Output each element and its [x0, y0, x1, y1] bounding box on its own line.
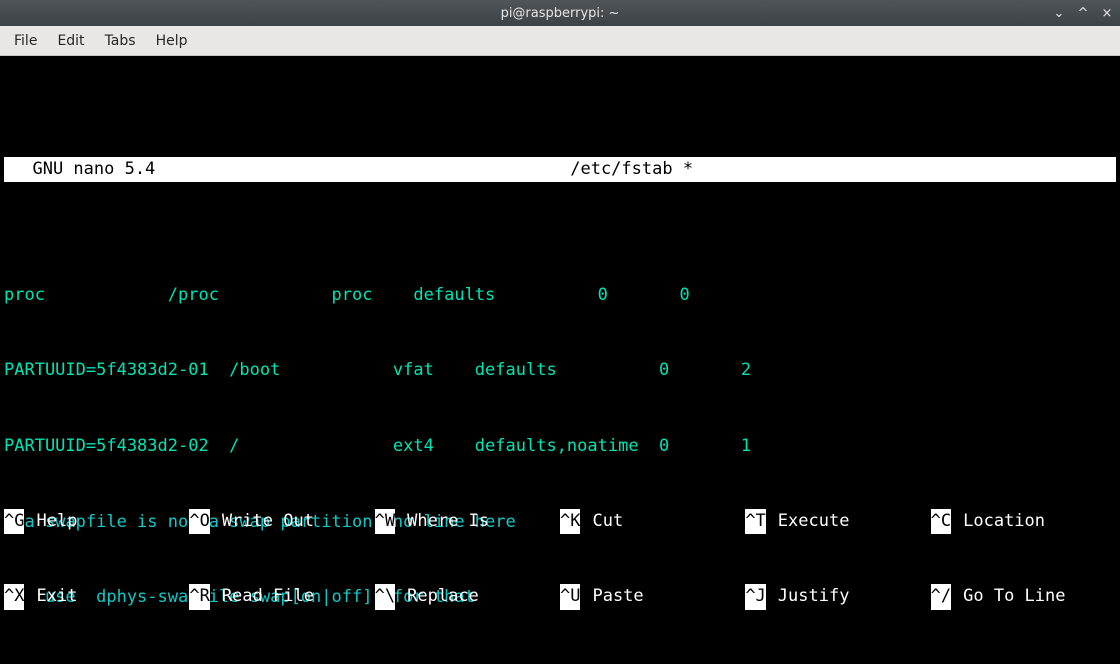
shortcut-help: ^G Help	[4, 509, 189, 534]
maximize-icon[interactable]: ^	[1076, 6, 1090, 21]
shortcut-label: Read File	[222, 584, 314, 609]
fstab-line-1: proc /proc proc defaults 0 0	[0, 283, 1120, 308]
menu-help[interactable]: Help	[148, 29, 196, 53]
nano-file-label: /etc/fstab *	[155, 157, 1108, 182]
shortcut-key: ^O	[189, 509, 209, 534]
shortcut-key: ^T	[745, 509, 765, 534]
shortcut-key: ^C	[931, 509, 951, 534]
shortcut-key: ^U	[560, 584, 580, 609]
shortcut-label: Help	[36, 509, 77, 534]
shortcut-label: Justify	[778, 584, 850, 609]
shortcut-label: Write Out	[222, 509, 314, 534]
shortcut-label: Where Is	[407, 509, 489, 534]
shortcut-paste: ^U Paste	[560, 584, 745, 609]
shortcut-key: ^K	[560, 509, 580, 534]
shortcut-location: ^C Location	[931, 509, 1116, 534]
shortcut-label: Exit	[36, 584, 77, 609]
shortcut-key: ^R	[189, 584, 209, 609]
shortcut-row-1: ^G Help ^O Write Out ^W Where Is ^K Cut ^T Ex…	[4, 509, 1116, 534]
terminal[interactable]: GNU nano 5.4 /etc/fstab * proc /proc pro…	[0, 56, 1120, 664]
menubar: File Edit Tabs Help	[0, 26, 1120, 56]
shortcut-whereis: ^W Where Is	[375, 509, 560, 534]
shortcut-gotoline: ^/ Go To Line	[931, 584, 1116, 609]
shortcut-justify: ^J Justify	[745, 584, 930, 609]
window-title: pi@raspberrypi: ~	[501, 6, 620, 21]
minimize-icon[interactable]: ⌄	[1052, 6, 1066, 21]
shortcut-label: Execute	[778, 509, 850, 534]
shortcut-replace: ^\ Replace	[375, 584, 560, 609]
menu-tabs[interactable]: Tabs	[97, 29, 144, 53]
close-icon[interactable]: ×	[1100, 6, 1114, 21]
fstab-line-3: PARTUUID=5f4383d2-02 / ext4 defaults,noa…	[0, 434, 1120, 459]
window-titlebar: pi@raspberrypi: ~ ⌄ ^ ×	[0, 0, 1120, 26]
shortcut-cut: ^K Cut	[560, 509, 745, 534]
menu-file[interactable]: File	[6, 29, 45, 53]
shortcut-key: ^\	[375, 584, 395, 609]
shortcut-row-2: ^X Exit ^R Read File ^\ Replace ^U Paste ^J J…	[4, 584, 1116, 609]
shortcut-label: Location	[963, 509, 1045, 534]
nano-app-label: GNU nano 5.4	[12, 157, 155, 182]
window-controls: ⌄ ^ ×	[1052, 0, 1114, 26]
shortcut-key: ^G	[4, 509, 24, 534]
shortcut-writeout: ^O Write Out	[189, 509, 374, 534]
shortcut-readfile: ^R Read File	[189, 584, 374, 609]
menu-edit[interactable]: Edit	[49, 29, 92, 53]
nano-header: GNU nano 5.4 /etc/fstab *	[4, 157, 1116, 182]
shortcut-key: ^/	[931, 584, 951, 609]
shortcut-label: Cut	[592, 509, 623, 534]
shortcut-label: Paste	[592, 584, 643, 609]
shortcut-key: ^W	[375, 509, 395, 534]
shortcut-key: ^X	[4, 584, 24, 609]
fstab-line-2: PARTUUID=5f4383d2-01 /boot vfat defaults…	[0, 358, 1120, 383]
shortcut-exit: ^X Exit	[4, 584, 189, 609]
nano-shortcut-bar: ^G Help ^O Write Out ^W Where Is ^K Cut ^T Ex…	[0, 458, 1120, 664]
shortcut-key: ^J	[745, 584, 765, 609]
shortcut-label: Replace	[407, 584, 479, 609]
shortcut-label: Go To Line	[963, 584, 1065, 609]
shortcut-execute: ^T Execute	[745, 509, 930, 534]
